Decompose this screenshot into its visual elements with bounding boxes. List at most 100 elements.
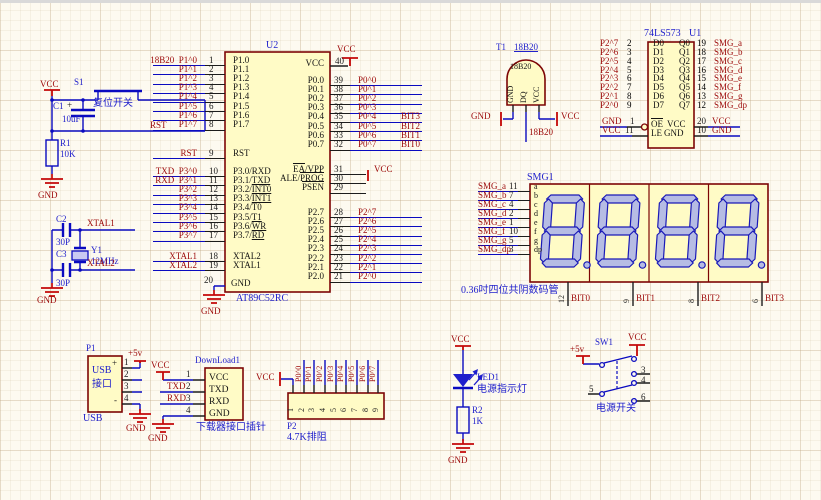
pin-number: 9	[371, 408, 380, 412]
mcu-p0-pins: 39 P0^0 P0.0 38 P0^1 P0.1 37 P0^2 P0.2 3…	[270, 75, 422, 151]
pin-row: 29 PSEN	[270, 182, 422, 194]
pin-num-4: 4	[641, 375, 646, 385]
pin-number: 19	[209, 259, 218, 270]
pin-num-3: 3	[641, 365, 646, 375]
net-label: SMG_dp	[478, 243, 512, 254]
designator-r1: R1	[60, 138, 71, 148]
pin-row: RST 9 RST	[153, 147, 330, 160]
net-label: VCC	[374, 163, 393, 174]
pin-number: 9	[209, 147, 214, 158]
pin-number: 1	[286, 408, 295, 412]
net-label: XTAL2	[169, 259, 197, 270]
pin-num-5: 5	[589, 384, 594, 394]
segment-letter: e	[534, 217, 538, 227]
resistor-r1[interactable]	[45, 139, 59, 167]
sensor-pin-name: DQ	[519, 91, 528, 103]
pin-num-40: 40	[335, 56, 344, 66]
segment-letter: f	[534, 226, 537, 236]
plus5v-label: +5v	[128, 348, 143, 358]
mcu-rst-pin: RST 9 RST	[153, 147, 330, 160]
pin-name: RST	[233, 147, 250, 158]
pin-num-20: 20	[204, 275, 213, 285]
net-label: RST	[180, 147, 197, 158]
sensor-pin-name: GND	[506, 85, 515, 103]
designator-c3: C3	[56, 249, 67, 259]
usb-body-line2: 接口	[92, 379, 112, 390]
net-label: P0^4	[336, 365, 345, 382]
designator-c2: C2	[56, 214, 67, 224]
pin-number: 21	[334, 271, 343, 281]
net-label: P0^3	[326, 365, 335, 382]
pin-num-11: 11	[625, 125, 634, 135]
download-caption: 下载器接口插针	[196, 422, 266, 433]
designator-download1: DownLoad1	[195, 355, 240, 365]
designator-led1: LED1	[477, 372, 499, 382]
switch-caption: 电源开关	[596, 403, 636, 414]
pin-name: PSEN	[301, 182, 324, 193]
pin-row: 21 P2^0 P2.0	[270, 271, 422, 283]
pin-row: 27 P2^6 P2.6	[270, 216, 422, 228]
cap-plus-sign: +	[67, 100, 73, 110]
designator-smg1: SMG1	[527, 172, 554, 183]
pin-name: GND	[209, 408, 230, 419]
pin-name: P1.7	[233, 119, 250, 129]
net-label-bit2: BIT2	[701, 293, 720, 303]
pin-row: 26 P2^5 P2.5	[270, 226, 422, 237]
net-label: P0^0	[294, 365, 303, 382]
led-caption: 电源指示灯	[477, 384, 527, 395]
value-c2: 30P	[56, 237, 71, 247]
bit-pin-num: 6	[751, 299, 760, 303]
pin-number: 8	[209, 119, 214, 129]
net-label-vcc: VCC	[602, 125, 621, 135]
pin-number: 3	[124, 381, 129, 391]
reset-switch-caption: 复位开关	[93, 98, 133, 109]
usb-caption: USB	[83, 413, 103, 424]
pin-name-le: LE	[651, 128, 662, 138]
pin-row: 33 P0^6 BIT1 P0.6	[270, 130, 422, 142]
pin-row: 34 P0^5 BIT2 P0.5	[270, 121, 422, 133]
pin-number: 9	[627, 99, 632, 110]
net-label-xtal2: XTAL2	[87, 258, 115, 268]
net-label-rxd: RXD	[167, 393, 187, 403]
net-label: P0^5	[347, 365, 356, 382]
mcu-p2-pins: 28 P2^7 P2.7 27 P2^6 P2.6 26 P2^5 P2.5 2…	[270, 207, 422, 283]
bit-net-label: BIT0	[401, 139, 420, 149]
pin-row: 28 P2^7 P2.7	[270, 207, 422, 219]
net-label-gnd: GND	[712, 125, 732, 135]
pin-number: 4	[186, 405, 191, 415]
value-c1: 10uF	[62, 114, 81, 124]
pin-number: 5	[329, 408, 338, 412]
net-label: P0^6	[358, 365, 367, 382]
sensor-pin-name: VCC	[532, 86, 541, 103]
pin-num-10: 10	[697, 125, 706, 135]
switch-contacts[interactable]	[598, 355, 638, 405]
gnd-label: GND	[201, 306, 221, 316]
pin-row: 24 P2^3 P2.3	[270, 244, 422, 255]
pin-name-d: D7	[653, 99, 664, 110]
vcc-label: VCC	[256, 372, 275, 382]
designator-p1: P1	[86, 343, 96, 353]
pin-name: P0.7	[307, 139, 324, 149]
designator-t1: T1	[496, 42, 506, 52]
crystal-y1[interactable]	[71, 250, 89, 261]
pin-name: VCC	[209, 372, 229, 383]
net-label: P2^0	[600, 99, 619, 110]
pin-row: 23 P2^2 P2.2	[270, 253, 422, 265]
pin-name: TXD	[209, 384, 229, 395]
net-label-vcc: VCC	[151, 360, 170, 370]
pin-row: 30 ALE/PROG	[270, 173, 422, 185]
net-label: P3^7	[178, 230, 197, 240]
net-label-18b20: 18B20	[529, 127, 554, 137]
pin-row: 22 P2^1 P2.1	[270, 262, 422, 274]
resistor-r2[interactable]	[456, 406, 470, 434]
designator-s1: S1	[74, 77, 84, 87]
sensor-body-label: 18B20	[510, 62, 532, 71]
value-c3: 30P	[56, 278, 71, 288]
usb-body-line1: USB	[92, 365, 112, 376]
rnet-value: 4.7K排阻	[287, 432, 327, 443]
segment-letter: b	[534, 190, 538, 200]
pin-number: 2	[124, 369, 129, 379]
pin-name: P3.7/RD	[233, 230, 265, 240]
net-label-bit3: BIT3	[765, 293, 784, 303]
gnd-label: GND	[37, 295, 57, 305]
